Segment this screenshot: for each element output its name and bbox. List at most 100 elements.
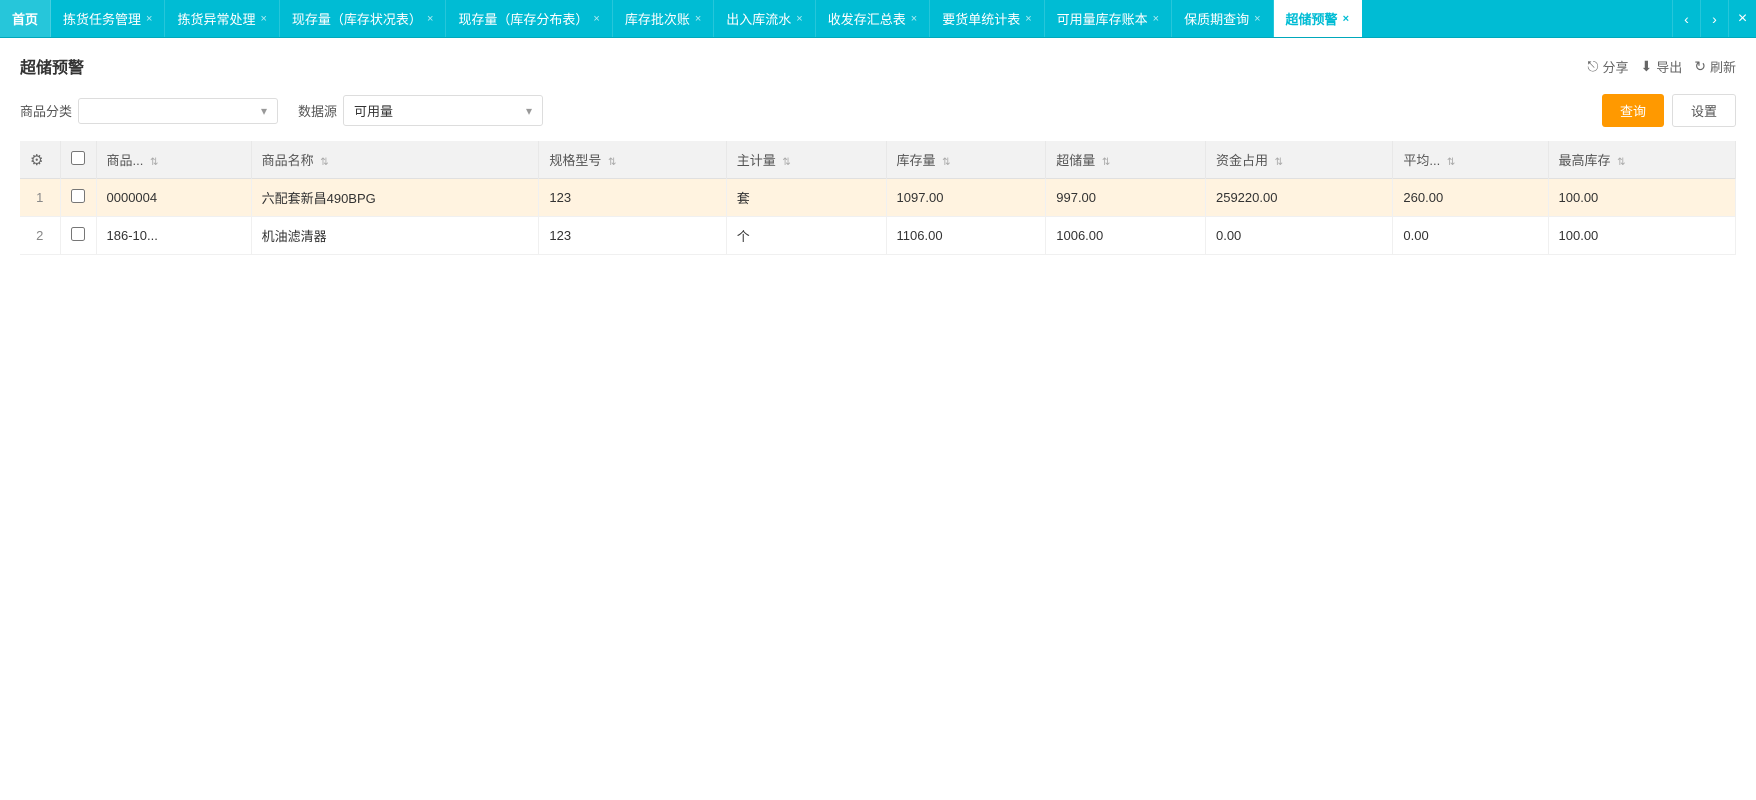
table-header: ⚙ 商品... ⇅ 商品名称 ⇅ 规格型号 ⇅ 主计量 — [20, 141, 1736, 179]
sort-icon-spec: ⇅ — [608, 157, 616, 168]
settings-button[interactable]: 设置 — [1672, 94, 1736, 127]
nav-tab-label-3: 现存量（库存分布表） — [458, 9, 588, 28]
sort-icon-max-stock: ⇅ — [1617, 157, 1625, 168]
th-product-name[interactable]: 商品名称 ⇅ — [251, 141, 539, 179]
nav-tab-9[interactable]: 保质期查询 × — [1172, 0, 1273, 37]
nav-tab-close-3[interactable]: × — [593, 13, 599, 25]
row-num-0: 1 — [20, 179, 60, 217]
export-button[interactable]: ⬇ 导出 — [1641, 57, 1683, 76]
nav-tab-4[interactable]: 库存批次账 × — [613, 0, 714, 37]
row-overstock-0: 997.00 — [1046, 179, 1206, 217]
row-product-code-1: 186-10... — [96, 217, 251, 255]
nav-tab-label-6: 收发存汇总表 — [828, 9, 906, 28]
nav-tab-label-4: 库存批次账 — [625, 9, 690, 28]
main-content: 超储预警 ⎋ 分享 ⬇ 导出 ↻ 刷新 商品分类 ▾ 数据源 — [0, 38, 1756, 800]
export-icon: ⬇ — [1641, 58, 1653, 75]
datasource-select[interactable]: 可用量 ▾ — [343, 95, 543, 126]
th-product-code-label: 商品... — [107, 153, 144, 168]
nav-tab-close-4[interactable]: × — [695, 13, 701, 25]
nav-tab-6[interactable]: 收发存汇总表 × — [816, 0, 930, 37]
nav-tab-close-0[interactable]: × — [146, 13, 152, 25]
table-body: 1 0000004 六配套新昌490BPG 123 套 1097.00 997.… — [20, 179, 1736, 255]
row-checkbox-cell-0[interactable] — [60, 179, 96, 217]
nav-tab-label-9: 保质期查询 — [1184, 9, 1249, 28]
row-checkbox-cell-1[interactable] — [60, 217, 96, 255]
th-unit-label: 主计量 — [737, 153, 776, 168]
nav-home[interactable]: 首页 — [0, 0, 51, 37]
row-checkbox-0[interactable] — [71, 189, 85, 203]
th-avg-label: 平均... — [1403, 153, 1440, 168]
datasource-filter-group: 数据源 可用量 ▾ — [298, 95, 543, 126]
share-button[interactable]: ⎋ 分享 — [1587, 57, 1628, 76]
select-all-checkbox[interactable] — [71, 151, 85, 165]
nav-tab-close-7[interactable]: × — [1025, 13, 1031, 25]
th-spec-label: 规格型号 — [549, 153, 601, 168]
row-max-stock-0: 100.00 — [1548, 179, 1735, 217]
nav-close-all-button[interactable]: × — [1728, 0, 1756, 37]
nav-tab-3[interactable]: 现存量（库存分布表） × — [446, 0, 612, 37]
category-filter-group: 商品分类 ▾ — [20, 98, 278, 124]
row-spec-0: 123 — [539, 179, 726, 217]
nav-tab-close-9[interactable]: × — [1254, 13, 1260, 25]
sort-icon-product-name: ⇅ — [320, 157, 328, 168]
nav-tab-1[interactable]: 拣货异常处理 × — [165, 0, 279, 37]
category-filter-label: 商品分类 — [20, 101, 72, 120]
row-checkbox-1[interactable] — [71, 227, 85, 241]
table-header-row: ⚙ 商品... ⇅ 商品名称 ⇅ 规格型号 ⇅ 主计量 — [20, 141, 1736, 179]
query-button[interactable]: 查询 — [1602, 94, 1664, 127]
nav-tab-label-7: 要货单统计表 — [942, 9, 1020, 28]
th-spec[interactable]: 规格型号 ⇅ — [539, 141, 726, 179]
th-capital[interactable]: 资金占用 ⇅ — [1205, 141, 1392, 179]
nav-tab-label-1: 拣货异常处理 — [177, 9, 255, 28]
page-header: 超储预警 ⎋ 分享 ⬇ 导出 ↻ 刷新 — [20, 54, 1736, 78]
nav-tab-label-8: 可用量库存账本 — [1057, 9, 1148, 28]
nav-tab-close-6[interactable]: × — [911, 13, 917, 25]
th-stock[interactable]: 库存量 ⇅ — [886, 141, 1046, 179]
sort-icon-stock: ⇅ — [942, 157, 950, 168]
nav-tab-close-1[interactable]: × — [260, 13, 266, 25]
row-unit-1: 个 — [726, 217, 886, 255]
nav-tab-7[interactable]: 要货单统计表 × — [930, 0, 1044, 37]
top-nav: 首页 拣货任务管理 × 拣货异常处理 × 现存量（库存状况表） × 现存量（库存… — [0, 0, 1756, 38]
th-unit[interactable]: 主计量 ⇅ — [726, 141, 886, 179]
row-max-stock-1: 100.00 — [1548, 217, 1735, 255]
nav-next-button[interactable]: › — [1700, 0, 1728, 37]
nav-tab-close-2[interactable]: × — [427, 13, 433, 25]
nav-home-label: 首页 — [12, 9, 38, 28]
nav-tab-label-10: 超储预警 — [1286, 9, 1338, 28]
row-num-1: 2 — [20, 217, 60, 255]
nav-tab-5[interactable]: 出入库流水 × — [714, 0, 815, 37]
share-icon: ⎋ — [1587, 58, 1598, 75]
share-label: 分享 — [1602, 57, 1628, 76]
th-max-stock[interactable]: 最高库存 ⇅ — [1548, 141, 1735, 179]
export-label: 导出 — [1656, 57, 1682, 76]
nav-tab-10[interactable]: 超储预警 × — [1274, 0, 1362, 37]
sort-icon-product-code: ⇅ — [150, 157, 158, 168]
filter-actions: 查询 设置 — [1602, 94, 1736, 127]
row-product-name-0: 六配套新昌490BPG — [251, 179, 539, 217]
nav-tab-8[interactable]: 可用量库存账本 × — [1045, 0, 1172, 37]
category-select[interactable]: ▾ — [78, 98, 278, 124]
row-stock-0: 1097.00 — [886, 179, 1046, 217]
nav-tab-close-5[interactable]: × — [796, 13, 802, 25]
nav-tab-close-8[interactable]: × — [1153, 13, 1159, 25]
nav-tab-0[interactable]: 拣货任务管理 × — [51, 0, 165, 37]
th-overstock[interactable]: 超储量 ⇅ — [1046, 141, 1206, 179]
refresh-button[interactable]: ↻ 刷新 — [1694, 57, 1736, 76]
category-chevron-icon: ▾ — [261, 104, 267, 118]
nav-prev-button[interactable]: ‹ — [1672, 0, 1700, 37]
sort-icon-capital: ⇅ — [1275, 157, 1283, 168]
gear-icon[interactable]: ⚙ — [30, 152, 43, 169]
nav-tab-close-10[interactable]: × — [1343, 13, 1349, 25]
th-avg[interactable]: 平均... ⇅ — [1393, 141, 1548, 179]
th-checkbox[interactable] — [60, 141, 96, 179]
datasource-chevron-icon: ▾ — [526, 104, 532, 118]
nav-arrows: ‹ › × — [1672, 0, 1756, 37]
th-product-code[interactable]: 商品... ⇅ — [96, 141, 251, 179]
header-actions: ⎋ 分享 ⬇ 导出 ↻ 刷新 — [1587, 57, 1736, 76]
nav-tab-label-5: 出入库流水 — [726, 9, 791, 28]
row-product-name-1: 机油滤清器 — [251, 217, 539, 255]
nav-tab-2[interactable]: 现存量（库存状况表） × — [280, 0, 446, 37]
row-avg-1: 0.00 — [1393, 217, 1548, 255]
th-settings[interactable]: ⚙ — [20, 141, 60, 179]
